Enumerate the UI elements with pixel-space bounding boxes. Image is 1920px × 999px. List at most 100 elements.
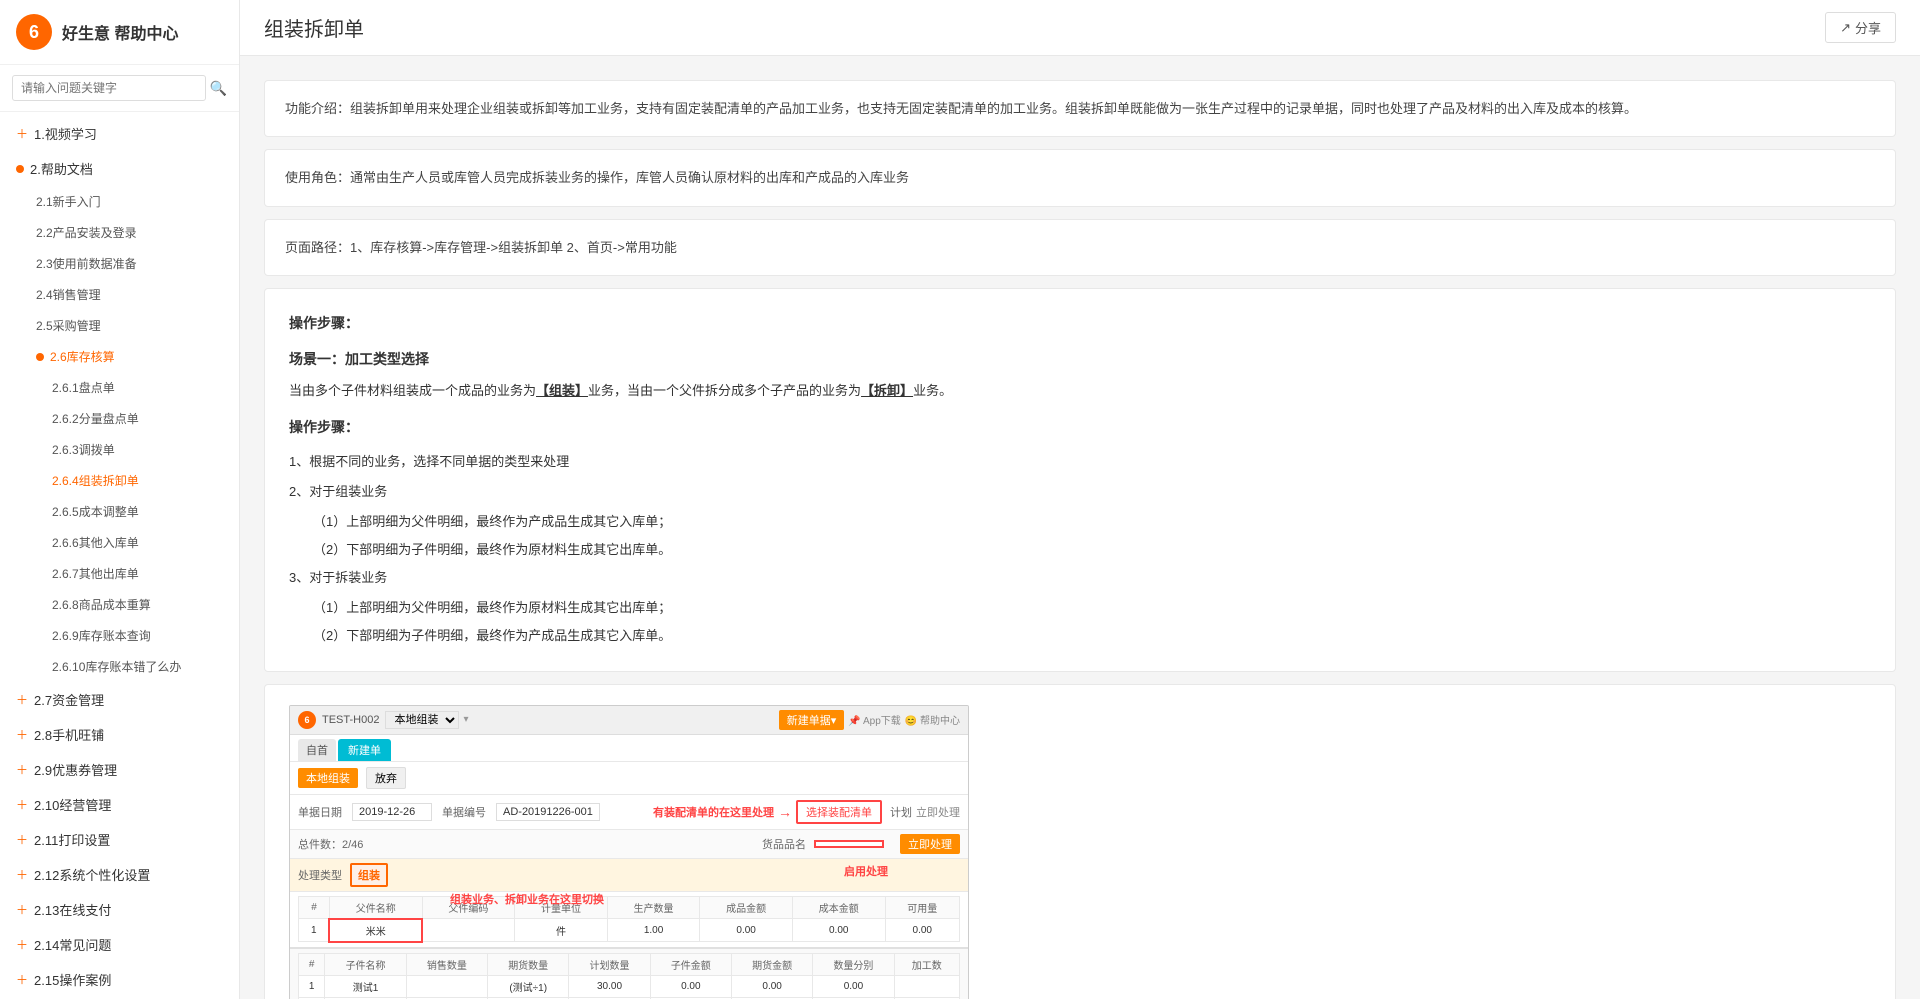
sidebar-item-print[interactable]: ＋ 2.11打印设置 [0,822,239,857]
search-button[interactable]: 🔍 [210,80,227,97]
user-role-card: 使用角色：通常由生产人员或库管人员完成拆装业务的操作，库管人员确认原材料的出库和… [264,149,1896,206]
sidebar-item-assembly[interactable]: 2.6.4组装拆卸单 [0,465,239,496]
ss-btd-ca1: 0.00 [650,975,731,997]
ss-bth-qty-detail: 数量分别 [813,953,894,975]
screenshot-section: 6 TEST-H002 本地组装 ▾ 新建单据▾ 📌 App下载 😊 帮助中心 [264,684,1896,999]
ss-toolbar: 本地组装 放弃 [290,762,968,795]
ss-tab-list[interactable]: 自首 [298,739,336,761]
ss-bth-child-amt: 子件金额 [650,953,731,975]
sidebar-item-video[interactable]: ＋ 1.视频学习 [0,116,239,151]
ss-new-doc-btn[interactable]: 新建单据▾ [779,710,845,730]
ss-titlebar: 6 TEST-H002 本地组装 ▾ 新建单据▾ 📌 App下载 😊 帮助中心 [290,706,968,735]
ss-bottom-table-container: # 子件名称 销售数量 期货数量 计划数量 子件金额 期货金额 数量分别 加工数 [290,947,968,999]
expand-icon: ＋ [16,125,28,142]
sidebar: 6 好生意 帮助中心 🔍 ＋ 1.视频学习 2.帮助文档 2.1新手入门 2.2… [0,0,240,999]
sidebar-item-cost-adjust[interactable]: 2.6.5成本调整单 [0,496,239,527]
ss-th-cost-amt: 可用量 [885,896,959,919]
ss-product-field[interactable] [814,840,884,848]
sidebar-item-inventory[interactable]: 2.6库存核算 [0,341,239,372]
expand-icon-payment: ＋ [16,901,28,918]
search-box: 🔍 [0,65,239,112]
expand-icon-faq: ＋ [16,936,28,953]
operation-steps-heading: 操作步骤： [289,309,1871,337]
active-icon [36,353,44,361]
sidebar-item-stock-error[interactable]: 2.6.10库存账本错了么办 [0,651,239,682]
expand-icon-coupon: ＋ [16,761,28,778]
ss-btd-name1: 测试1 [325,975,406,997]
sidebar-item-other-in[interactable]: 2.6.6其他入库单 [0,527,239,558]
sidebar-item-finance[interactable]: ＋ 2.7资金管理 [0,682,239,717]
ss-tab-new[interactable]: 新建单 [338,739,391,761]
step2-sub2: （2）下部明细为子件明细，最终作为原材料生成其它出库单。 [313,537,1871,563]
ss-bth-plan-qty: 计划数量 [569,953,650,975]
ss-bth-futures-amt: 期货金额 [731,953,812,975]
ss-annotation-bom: 有装配清单的在这里处理 → 选择装配清单 计划 立即处理 [653,800,960,824]
content-area: 功能介绍：组装拆卸单用来处理企业组装或拆卸等加工业务，支持有固定装配清单的产品加… [240,56,1920,999]
ss-discard-btn[interactable]: 放弃 [366,767,406,789]
ss-td-cost-amt: 0.00 [792,919,885,942]
ss-header-fields: 单据日期 2019-12-26 单据编号 AD-20191226-001 有装配… [290,795,968,830]
ss-annotation-middle: 组装业务、拆卸业务在这里切换 [450,891,604,907]
sidebar-item-sales[interactable]: 2.4销售管理 [0,279,239,310]
sidebar-item-stock-query[interactable]: 2.6.9库存账本查询 [0,620,239,651]
ss-th-unit: 生产数量 [607,896,700,919]
sidebar-item-personal[interactable]: ＋ 2.12系统个性化设置 [0,857,239,892]
sidebar-item-beginner[interactable]: 2.1新手入门 [0,186,239,217]
ss-th-prod-qty: 成品金额 [700,896,793,919]
sidebar-item-data-prep[interactable]: 2.3使用前数据准备 [0,248,239,279]
scene-title: 场景一：加工类型选择 [289,345,1871,373]
app-logo-icon: 6 [16,14,52,50]
ss-btd-fa1: 0.00 [731,975,812,997]
ss-td-prod-qty: 1.00 [607,919,700,942]
sidebar-item-coupon[interactable]: ＋ 2.9优惠券管理 [0,752,239,787]
ss-annotation-arrow1: → [778,804,792,820]
ss-org-value: AD-20191226-001 [496,803,600,821]
ss-td-prod-amt: 0.00 [700,919,793,942]
sidebar-item-allocation[interactable]: 2.6.3调拨单 [0,434,239,465]
ss-type-row: 处理类型 组装 组装业务、拆卸业务在这里切换 启用处理 [290,859,968,892]
ss-bth-child-name: 子件名称 [325,953,406,975]
share-button[interactable]: ↗ 分享 [1825,12,1896,43]
sidebar-item-docs[interactable]: 2.帮助文档 [0,151,239,186]
ss-process-btn[interactable]: 立即处理 [900,834,960,854]
collapse-icon [16,165,24,173]
step2-sub1: （1）上部明细为父件明细，最终作为产成品生成其它入库单； [313,509,1871,535]
ss-th-father-name: 父件名称 [329,896,422,919]
sidebar-item-stock-check[interactable]: 2.6.1盘点单 [0,372,239,403]
sidebar-item-mobile[interactable]: ＋ 2.8手机旺铺 [0,717,239,752]
search-input[interactable] [12,75,206,101]
ss-btd-pq1: 30.00 [569,975,650,997]
ss-type-select[interactable]: 组装 [350,863,388,887]
ss-app-icon: 6 [298,711,316,729]
expand-icon-mobile: ＋ [16,726,28,743]
ss-annotation-right: 启用处理 [844,863,888,879]
ss-top-table: # 父件名称 父件编码 计量单位 生产数量 成品金额 成本金额 可用量 [298,896,960,943]
sidebar-item-stock-split[interactable]: 2.6.2分量盘点单 [0,403,239,434]
sidebar-item-purchase[interactable]: 2.5采购管理 [0,310,239,341]
sidebar-item-cases[interactable]: ＋ 2.15操作案例 [0,962,239,997]
sidebar-item-cost-recalc[interactable]: 2.6.8商品成本重算 [0,589,239,620]
ss-save-btn[interactable]: 本地组装 [298,768,358,788]
ss-top-table-container: # 父件名称 父件编码 计量单位 生产数量 成品金额 成本金额 可用量 [290,892,968,947]
ss-bottom-table-header: # 子件名称 销售数量 期货数量 计划数量 子件金额 期货金额 数量分别 加工数 [299,953,960,975]
intro-text: 功能介绍：组装拆卸单用来处理企业组装或拆卸等加工业务，支持有固定装配清单的产品加… [285,101,1637,116]
sidebar-item-other-out[interactable]: 2.6.7其他出库单 [0,558,239,589]
table-row: 1 测试1 (测试÷1) 30.00 0.00 0.00 0.00 [299,975,960,997]
ss-th-num: # [299,896,330,919]
ss-annotation-bom-text: 有装配清单的在这里处理 [653,804,774,820]
ss-btd-fq1: (测试÷1) [488,975,569,997]
step3: 3、对于拆装业务 [289,565,1871,591]
ss-doc-type-select[interactable]: 本地组装 [385,711,459,729]
step3-sub1: （1）上部明细为父件明细，最终作为原材料生成其它出库单； [313,595,1871,621]
logo-bar: 6 好生意 帮助中心 [0,0,239,65]
ss-bth-num: # [299,953,325,975]
sidebar-item-payment[interactable]: ＋ 2.13在线支付 [0,892,239,927]
sidebar-item-faq[interactable]: ＋ 2.14常见问题 [0,927,239,962]
ss-select-bom-btn[interactable]: 选择装配清单 [796,800,882,824]
ss-sub-header: 总件数：2/46 货品品名 立即处理 [290,830,968,859]
main-content: 组装拆卸单 ↗ 分享 功能介绍：组装拆卸单用来处理企业组装或拆卸等加工业务，支持… [240,0,1920,999]
sidebar-item-operation[interactable]: ＋ 2.10经营管理 [0,787,239,822]
sidebar-item-install[interactable]: 2.2产品安装及登录 [0,217,239,248]
ss-top-table-header: # 父件名称 父件编码 计量单位 生产数量 成品金额 成本金额 可用量 [299,896,960,919]
share-icon: ↗ [1840,20,1851,36]
